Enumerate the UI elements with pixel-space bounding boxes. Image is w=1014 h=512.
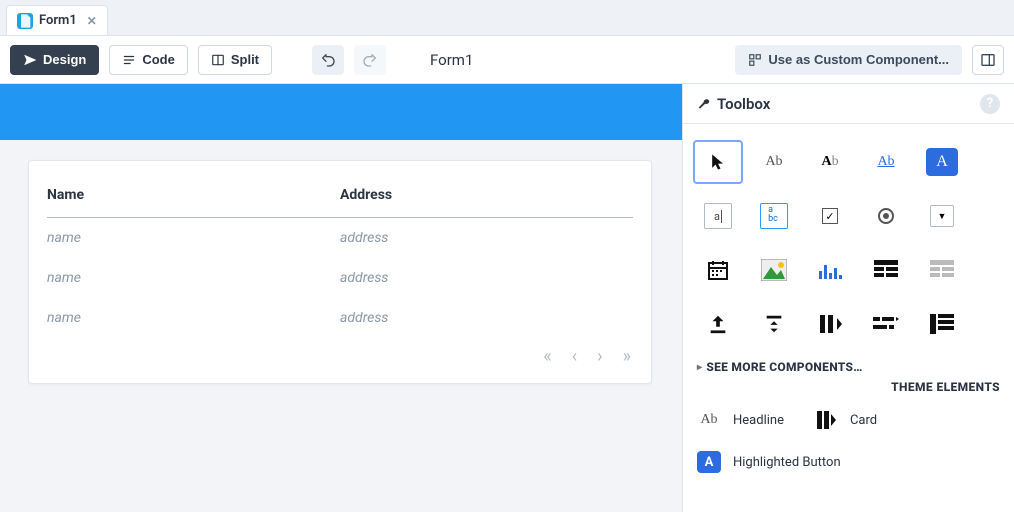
tool-file-loader[interactable] xyxy=(693,302,743,346)
canvas-header-banner[interactable] xyxy=(0,84,682,140)
cell-name: name xyxy=(47,218,340,259)
toolbar: Design Code Split Form1 Use as Custom Co… xyxy=(0,36,1014,84)
list-icon xyxy=(122,53,136,67)
flow-icon xyxy=(873,315,899,333)
tab-file-icon xyxy=(17,13,33,29)
tool-rich-text[interactable]: Ab xyxy=(805,140,855,184)
theme-headline-label: Headline xyxy=(733,413,784,428)
tool-button[interactable]: A xyxy=(917,140,967,184)
tool-image[interactable] xyxy=(749,248,799,292)
pointer-icon xyxy=(708,150,728,174)
wrench-icon xyxy=(697,97,711,111)
data-grid-card[interactable]: Name Address name address name add xyxy=(28,160,652,384)
design-button[interactable]: Design xyxy=(10,45,99,75)
headline-icon: Ab xyxy=(695,406,723,434)
paper-plane-icon xyxy=(23,53,37,67)
redo-icon xyxy=(362,52,378,68)
theme-card-label: Card xyxy=(850,413,877,428)
tool-textarea[interactable]: a bc xyxy=(749,194,799,238)
tool-column-panel[interactable] xyxy=(805,302,855,346)
toolbox-header: Toolbox ? xyxy=(683,84,1014,124)
theme-item-highlighted-button[interactable]: A Highlighted Button xyxy=(695,448,841,476)
body: Name Address name address name add xyxy=(0,84,1014,512)
data-table: Name Address name address name add xyxy=(47,177,633,338)
toolbox-title: Toolbox xyxy=(717,95,770,113)
pager: « ‹ › » xyxy=(29,338,651,383)
tool-pointer[interactable] xyxy=(693,140,743,184)
xy-icon xyxy=(930,314,954,334)
tool-checkbox[interactable]: ✓ xyxy=(805,194,855,238)
help-icon[interactable]: ? xyxy=(980,94,1000,114)
tool-plot[interactable] xyxy=(805,248,855,292)
table-row[interactable]: name address xyxy=(47,258,633,298)
columns-icon xyxy=(818,313,842,335)
pager-next-icon[interactable]: › xyxy=(597,346,602,367)
split-button[interactable]: Split xyxy=(198,45,272,75)
grid-dark-icon xyxy=(874,260,898,280)
table-row[interactable]: name address xyxy=(47,298,633,338)
theme-elements-list: Ab Headline Card A Highlighted Button xyxy=(683,402,1014,480)
close-icon[interactable]: ✕ xyxy=(87,14,97,28)
highlighted-button-icon: A xyxy=(695,448,723,476)
toolbox-panel: Toolbox ? Ab Ab Ab A a a bc ✓ ▼ xyxy=(682,84,1014,512)
tool-xy-panel[interactable] xyxy=(917,302,967,346)
tab-title: Form1 xyxy=(39,13,77,28)
pager-first-icon[interactable]: « xyxy=(543,346,551,367)
undo-button[interactable] xyxy=(312,45,344,75)
component-icon xyxy=(748,53,762,67)
layout-toggle-button[interactable] xyxy=(972,45,1004,75)
tool-flow-panel[interactable] xyxy=(861,302,911,346)
pager-prev-icon[interactable]: ‹ xyxy=(572,346,577,367)
tool-link[interactable]: Ab xyxy=(861,140,911,184)
panel-icon xyxy=(980,52,996,68)
cell-address: address xyxy=(340,218,633,259)
code-label: Code xyxy=(142,52,175,67)
table-row[interactable]: name address xyxy=(47,218,633,259)
bar-chart-icon xyxy=(817,259,843,281)
tab-bar: Form1 ✕ xyxy=(0,0,1014,36)
toolbox-grid: Ab Ab Ab A a a bc ✓ ▼ xyxy=(683,124,1014,354)
see-more-components[interactable]: SEE MORE COMPONENTS… xyxy=(683,354,1014,380)
tool-datepicker[interactable] xyxy=(693,248,743,292)
design-label: Design xyxy=(43,52,86,67)
upload-icon xyxy=(707,313,729,335)
grid-light-icon xyxy=(930,260,954,280)
pager-last-icon[interactable]: » xyxy=(623,346,631,367)
cell-address: address xyxy=(340,258,633,298)
theme-elements-heading: THEME ELEMENTS xyxy=(683,380,1014,402)
custom-component-label: Use as Custom Component... xyxy=(768,52,949,67)
tab-form1[interactable]: Form1 ✕ xyxy=(6,5,108,35)
col-header-name[interactable]: Name xyxy=(47,177,340,218)
code-button[interactable]: Code xyxy=(109,45,188,75)
tool-dropdown[interactable]: ▼ xyxy=(917,194,967,238)
tool-data-grid[interactable] xyxy=(861,248,911,292)
design-canvas: Name Address name address name add xyxy=(0,84,682,512)
undo-icon xyxy=(320,52,336,68)
page-title: Form1 xyxy=(430,51,473,69)
tool-repeating-panel[interactable] xyxy=(917,248,967,292)
tool-label[interactable]: Ab xyxy=(749,140,799,184)
card-icon xyxy=(812,406,840,434)
tool-textbox[interactable]: a xyxy=(693,194,743,238)
theme-item-card[interactable]: Card xyxy=(812,406,877,434)
col-header-address[interactable]: Address xyxy=(340,177,633,218)
redo-button xyxy=(354,45,386,75)
split-label: Split xyxy=(231,52,259,67)
v-spacer-icon xyxy=(763,313,785,335)
cell-name: name xyxy=(47,258,340,298)
cell-address: address xyxy=(340,298,633,338)
tool-radio[interactable] xyxy=(861,194,911,238)
theme-item-headline[interactable]: Ab Headline xyxy=(695,406,784,434)
cell-name: name xyxy=(47,298,340,338)
use-as-custom-component-button[interactable]: Use as Custom Component... xyxy=(735,45,962,75)
theme-hlbtn-label: Highlighted Button xyxy=(733,455,841,470)
split-icon xyxy=(211,53,225,67)
tool-spacer[interactable] xyxy=(749,302,799,346)
image-icon xyxy=(761,259,787,281)
calendar-icon xyxy=(706,258,730,282)
see-more-label: SEE MORE COMPONENTS… xyxy=(706,360,862,374)
